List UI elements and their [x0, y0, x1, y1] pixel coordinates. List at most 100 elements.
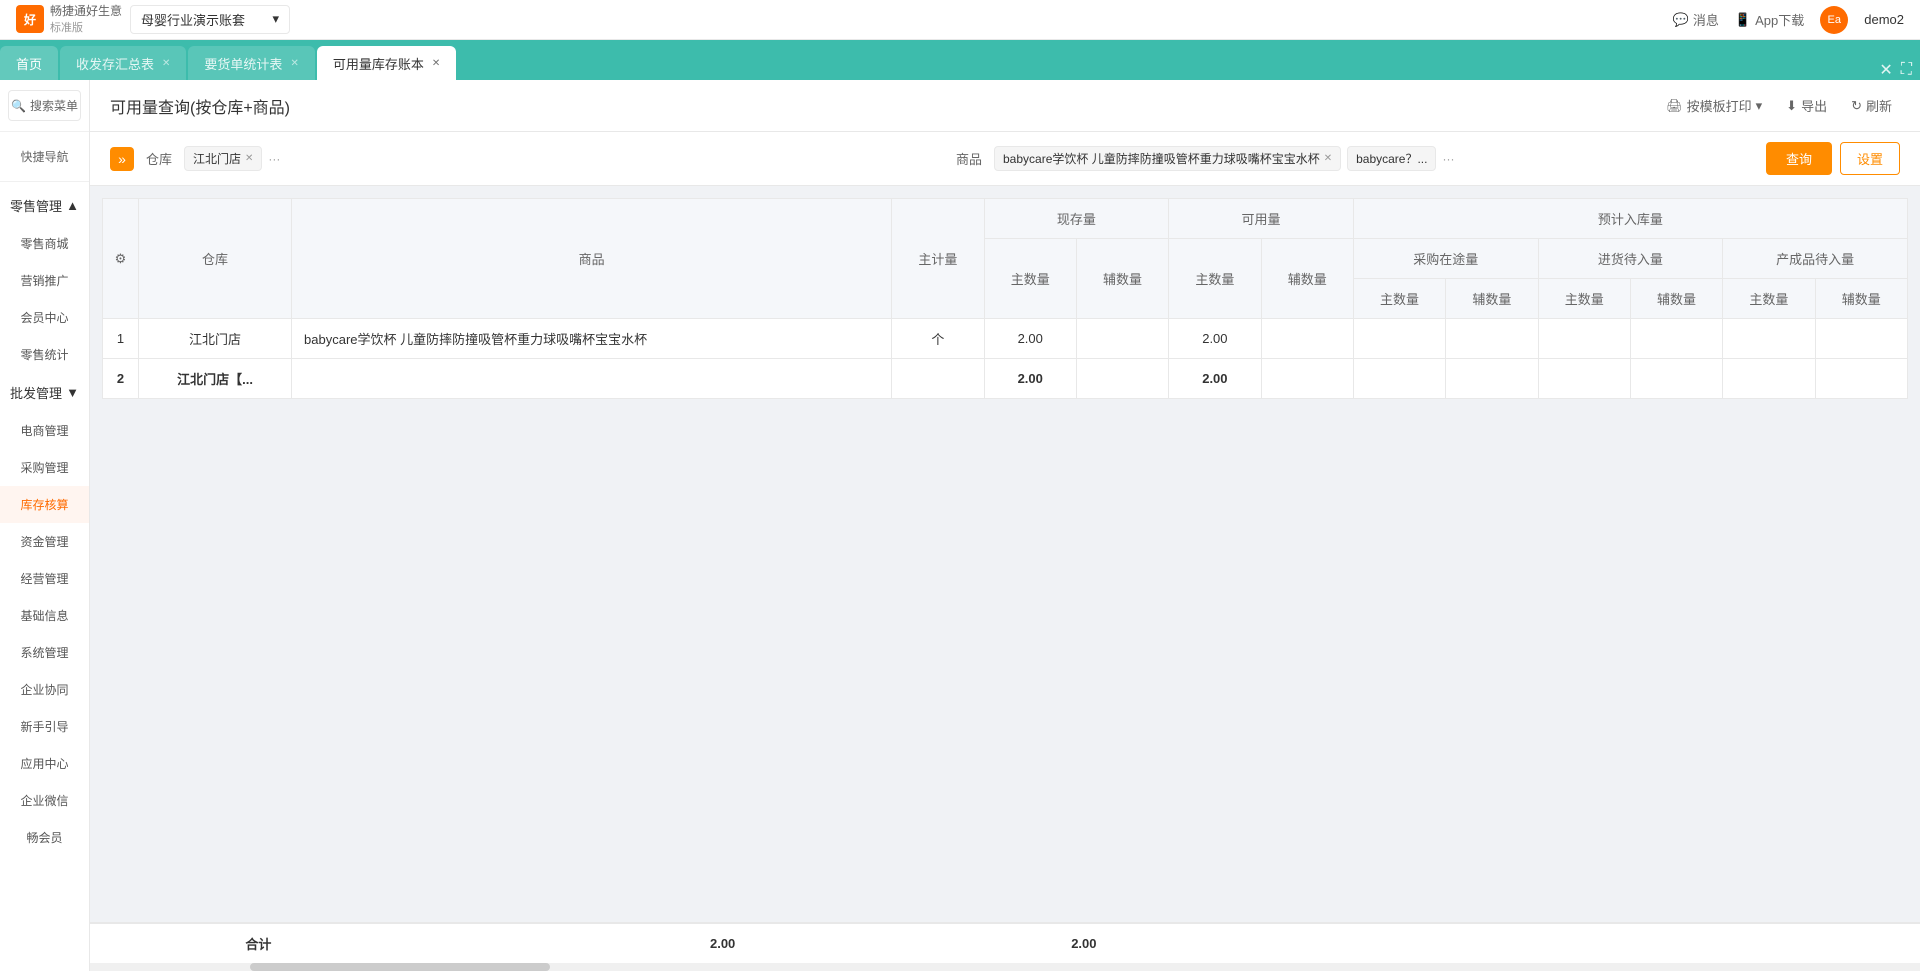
summary-num: 2 [103, 359, 139, 399]
app-download-action[interactable]: 📱 App下载 [1735, 10, 1804, 29]
sidebar-item-ops[interactable]: 经营管理 [0, 560, 89, 597]
sidebar-item-enterprise-collab[interactable]: 企业协同 [0, 671, 89, 708]
footer-label: 合计 [126, 924, 391, 963]
refresh-btn[interactable]: ↻ 刷新 [1843, 92, 1900, 119]
sidebar-item-member-center[interactable]: 会员中心 [0, 299, 89, 336]
summary-product-pending-main [1723, 359, 1815, 399]
user-avatar[interactable]: Ea [1820, 6, 1848, 34]
warehouse-filter-more[interactable]: ··· [268, 152, 280, 166]
sidebar-item-retail-mgmt[interactable]: 零售管理 ▲ [0, 186, 89, 225]
summary-purchase-transit-aux [1446, 359, 1538, 399]
table-container: ⚙ 仓库 商品 主计量 现存量 [90, 186, 1920, 922]
sidebar-item-finance[interactable]: 资金管理 [0, 523, 89, 560]
sidebar-item-system[interactable]: 系统管理 [0, 634, 89, 671]
footer-unit [492, 924, 593, 963]
system-label: 系统管理 [20, 644, 68, 661]
tab-receive-pay-label: 收发存汇总表 [76, 54, 154, 73]
summary-product [292, 359, 892, 399]
summary-row: 2 江北门店【... 2.00 2.00 [103, 359, 1908, 399]
sidebar-item-app-center[interactable]: 应用中心 [0, 745, 89, 782]
top-bar: 好 畅捷通好生意 标准版 母婴行业演示账套 ▾ 💬 消息 📱 App下载 Ea … [0, 0, 1920, 40]
template-print-btn[interactable]: 🖨 按模板打印 ▾ [1658, 92, 1770, 119]
footer-incoming-main [1517, 924, 1618, 963]
sidebar-nav-quick-nav[interactable]: 快捷导航 [0, 140, 89, 173]
summary-incoming-aux [1630, 359, 1722, 399]
sidebar-item-wholesale-mgmt[interactable]: 批发管理 ▼ [0, 373, 89, 412]
col-incoming-header: 进货待入量 [1538, 239, 1723, 279]
export-btn[interactable]: ⬇ 导出 [1778, 92, 1835, 119]
sidebar-item-base-info[interactable]: 基础信息 [0, 597, 89, 634]
export-label: 导出 [1801, 96, 1827, 115]
member-label: 畅会员 [26, 829, 62, 846]
warehouse-tag-close[interactable]: ✕ [245, 153, 253, 164]
sidebar-sections: 零售管理 ▲ 零售商城 营销推广 会员中心 零售统计 批发管理 ▼ 电商管理 [0, 182, 89, 860]
col-product-pending-main-header: 主数量 [1723, 279, 1815, 319]
sidebar-item-retail-stats[interactable]: 零售统计 [0, 336, 89, 373]
main-layout: 🔍 搜索菜单 快捷导航 零售管理 ▲ 零售商城 营销推广 会员中心 零售统计 [0, 80, 1920, 971]
footer-available-main: 2.00 [954, 924, 1214, 963]
sidebar-search-button[interactable]: 🔍 搜索菜单 [8, 90, 81, 121]
col-available-aux-header: 辅数量 [1261, 239, 1353, 319]
warehouse-tag[interactable]: 江北门店 ✕ [184, 146, 262, 171]
user-name[interactable]: demo2 [1864, 12, 1904, 27]
sidebar-item-new-guide[interactable]: 新手引导 [0, 708, 89, 745]
col-purchase-transit-main-header: 主数量 [1353, 279, 1445, 319]
tab-home[interactable]: 首页 [0, 46, 58, 80]
tab-order-stats[interactable]: 要货单统计表 ✕ [188, 46, 314, 80]
col-product-header: 商品 [292, 199, 892, 319]
sidebar-item-retail-mall[interactable]: 零售商城 [0, 225, 89, 262]
settings-button[interactable]: 设置 [1840, 142, 1900, 175]
sidebar-item-ecommerce[interactable]: 电商管理 [0, 412, 89, 449]
logo-area: 好 畅捷通好生意 标准版 [16, 4, 122, 34]
product-tag-2[interactable]: babycare？... [1347, 146, 1436, 171]
enterprise-collab-label: 企业协同 [20, 681, 68, 698]
footer-incoming-aux [1617, 924, 1718, 963]
scrollbar-thumb[interactable] [250, 963, 550, 971]
tab-maximize-btn[interactable]: ⛶ [1901, 61, 1912, 79]
table-footer: 合计 2.00 2.00 [90, 922, 1920, 971]
member-center-label: 会员中心 [20, 309, 68, 326]
message-action[interactable]: 💬 消息 [1673, 10, 1719, 29]
product-filter-more[interactable]: ··· [1442, 152, 1454, 166]
product-filter-tags: babycare学饮杯 儿童防摔防撞吸管杯重力球吸嘴杯宝宝水杯 ✕ babyca… [994, 146, 1754, 171]
filter-action-btns: 查询 设置 [1766, 142, 1900, 175]
logo-subtext: 标准版 [50, 19, 122, 35]
summary-product-pending-aux [1815, 359, 1907, 399]
marketing-label: 营销推广 [20, 272, 68, 289]
tab-close-all-btn[interactable]: ✕ [1879, 60, 1892, 80]
sidebar-item-marketing[interactable]: 营销推广 [0, 262, 89, 299]
retail-mgmt-label: 零售管理 [10, 196, 62, 215]
col-warehouse-header: 仓库 [139, 199, 292, 319]
app-download-label: App下载 [1755, 10, 1804, 29]
table-row: 1 江北门店 babycare学饮杯 儿童防摔防撞吸管杯重力球吸嘴杯宝宝水杯 个 [103, 319, 1908, 359]
product-tag-2-value: babycare？... [1356, 150, 1427, 167]
table-scrollbar[interactable] [90, 963, 1920, 971]
tab-available-stock[interactable]: 可用量库存账本 ✕ [317, 46, 456, 80]
col-product-pending-aux-header: 辅数量 [1815, 279, 1907, 319]
summary-available-main: 2.00 [1169, 359, 1261, 399]
row-1-product: babycare学饮杯 儿童防摔防撞吸管杯重力球吸嘴杯宝宝水杯 [292, 319, 892, 359]
tab-receive-pay-close[interactable]: ✕ [162, 58, 170, 69]
sidebar-item-purchase[interactable]: 采购管理 [0, 449, 89, 486]
footer-product [391, 924, 492, 963]
data-table: ⚙ 仓库 商品 主计量 现存量 [102, 198, 1908, 399]
sidebar-item-inventory[interactable]: 库存核算 [0, 486, 89, 523]
tab-receive-pay[interactable]: 收发存汇总表 ✕ [60, 46, 186, 80]
footer-available-aux [1214, 924, 1315, 963]
filter-expand-btn[interactable]: » [110, 147, 134, 171]
product-tag-1-close[interactable]: ✕ [1324, 153, 1332, 164]
product-tag-1[interactable]: babycare学饮杯 儿童防摔防撞吸管杯重力球吸嘴杯宝宝水杯 ✕ [994, 146, 1341, 171]
tab-order-stats-close[interactable]: ✕ [290, 58, 298, 69]
sidebar-item-member[interactable]: 畅会员 [0, 819, 89, 856]
row-1-current-main: 2.00 [984, 319, 1076, 359]
sidebar-item-enterprise-wechat[interactable]: 企业微信 [0, 782, 89, 819]
query-button[interactable]: 查询 [1766, 142, 1832, 175]
wholesale-arrow: ▼ [66, 385, 79, 400]
tab-available-stock-close[interactable]: ✕ [432, 58, 440, 69]
col-available-header: 可用量 [1169, 199, 1354, 239]
col-product-pending-header: 产成品待入量 [1723, 239, 1908, 279]
col-settings-header[interactable]: ⚙ [103, 199, 139, 319]
col-purchase-transit-aux-header: 辅数量 [1446, 279, 1538, 319]
store-selector[interactable]: 母婴行业演示账套 ▾ [130, 5, 290, 34]
row-1-purchase-transit-main [1353, 319, 1445, 359]
